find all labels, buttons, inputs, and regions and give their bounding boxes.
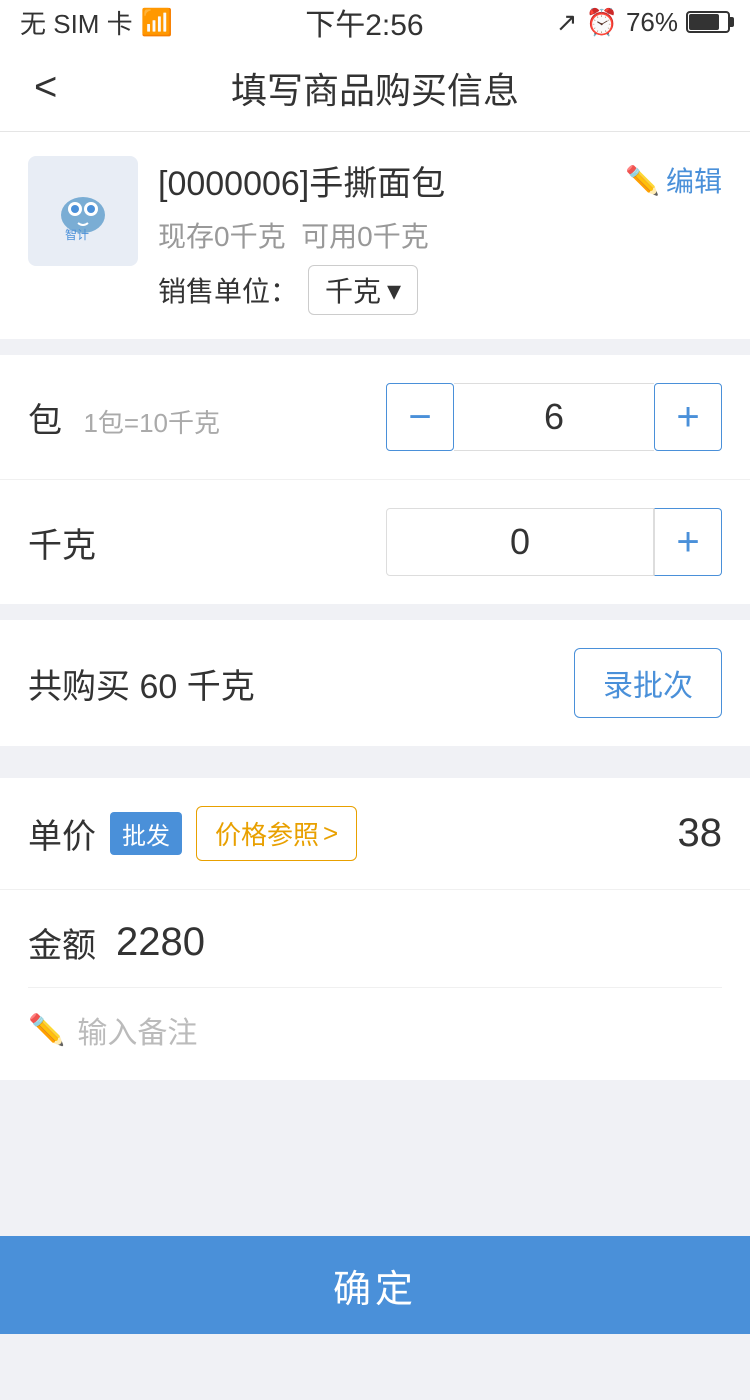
qty-kg-increment-button[interactable]: +	[654, 508, 722, 576]
unit-select[interactable]: 千克 ▾	[308, 265, 418, 315]
separator	[0, 762, 750, 778]
qty-hint: 1包=10千克	[83, 408, 220, 438]
quantity-kg-row: 千克 +	[0, 480, 750, 604]
product-logo-icon: 智计	[53, 181, 113, 241]
qty-kg-input[interactable]	[386, 508, 654, 576]
chevron-down-icon: ▾	[387, 274, 401, 307]
edit-button[interactable]: ✏️ 编辑	[625, 160, 722, 200]
quantity-bao-row: 包 1包=10千克 − +	[0, 355, 750, 480]
qty-kg-label: 千克	[28, 518, 386, 567]
alarm-icon: ⏰	[586, 7, 618, 38]
status-bar: 无 SIM 卡 📶 下午2:56 ↗ ⏰ 76%	[0, 0, 750, 44]
amount-value: 2280	[116, 920, 205, 965]
chevron-right-icon: >	[323, 818, 338, 849]
back-button[interactable]: <	[24, 55, 67, 120]
nav-bar: < 填写商品购买信息	[0, 44, 750, 132]
price-badge: 批发	[110, 812, 182, 855]
price-label: 单价 批发 价格参照 >	[28, 806, 357, 861]
page-title: 填写商品购买信息	[231, 62, 519, 114]
quantity-section: 包 1包=10千克 − + 千克 +	[0, 355, 750, 604]
price-value: 38	[678, 811, 723, 856]
carrier-text: 无 SIM 卡	[20, 4, 133, 41]
amount-row: 金额 2280	[28, 918, 722, 987]
amount-label: 金额	[28, 918, 96, 967]
product-unit-row: 销售单位： 千克 ▾	[158, 265, 722, 315]
qty-decrement-button[interactable]: −	[386, 383, 454, 451]
confirm-button[interactable]: 确定	[0, 1236, 750, 1334]
wifi-icon: 📶	[141, 7, 173, 38]
amount-section: 金额 2280 ✏️ 输入备注	[0, 890, 750, 1080]
status-left: 无 SIM 卡 📶	[20, 4, 173, 41]
location-icon: ↗	[556, 7, 578, 38]
batch-button[interactable]: 录批次	[574, 648, 722, 718]
note-placeholder: 输入备注	[77, 1008, 197, 1052]
summary-section: 共购买 60 千克 录批次	[0, 620, 750, 746]
svg-text:智计: 智计	[65, 227, 89, 241]
qty-kg-controls: +	[386, 508, 722, 576]
qty-bao-controls: − +	[386, 383, 722, 451]
product-image: 智计	[28, 156, 138, 266]
note-row[interactable]: ✏️ 输入备注	[28, 987, 722, 1080]
battery-icon	[686, 11, 730, 33]
product-stock: 现存0千克 可用0千克	[158, 215, 722, 255]
summary-text: 共购买 60 千克	[28, 659, 255, 708]
price-ref-button[interactable]: 价格参照 >	[196, 806, 357, 861]
product-card: 智计 [0000006]手撕面包 现存0千克 可用0千克 销售单位： 千克 ▾ …	[0, 132, 750, 339]
battery-percent: 76%	[626, 7, 678, 38]
status-right: ↗ ⏰ 76%	[556, 7, 730, 38]
pencil-icon: ✏️	[28, 1013, 65, 1048]
status-time: 下午2:56	[305, 0, 423, 44]
price-section: 单价 批发 价格参照 > 38	[0, 778, 750, 890]
qty-increment-button[interactable]: +	[654, 383, 722, 451]
qty-bao-label: 包 1包=10千克	[28, 393, 386, 442]
qty-bao-input[interactable]	[454, 383, 654, 451]
